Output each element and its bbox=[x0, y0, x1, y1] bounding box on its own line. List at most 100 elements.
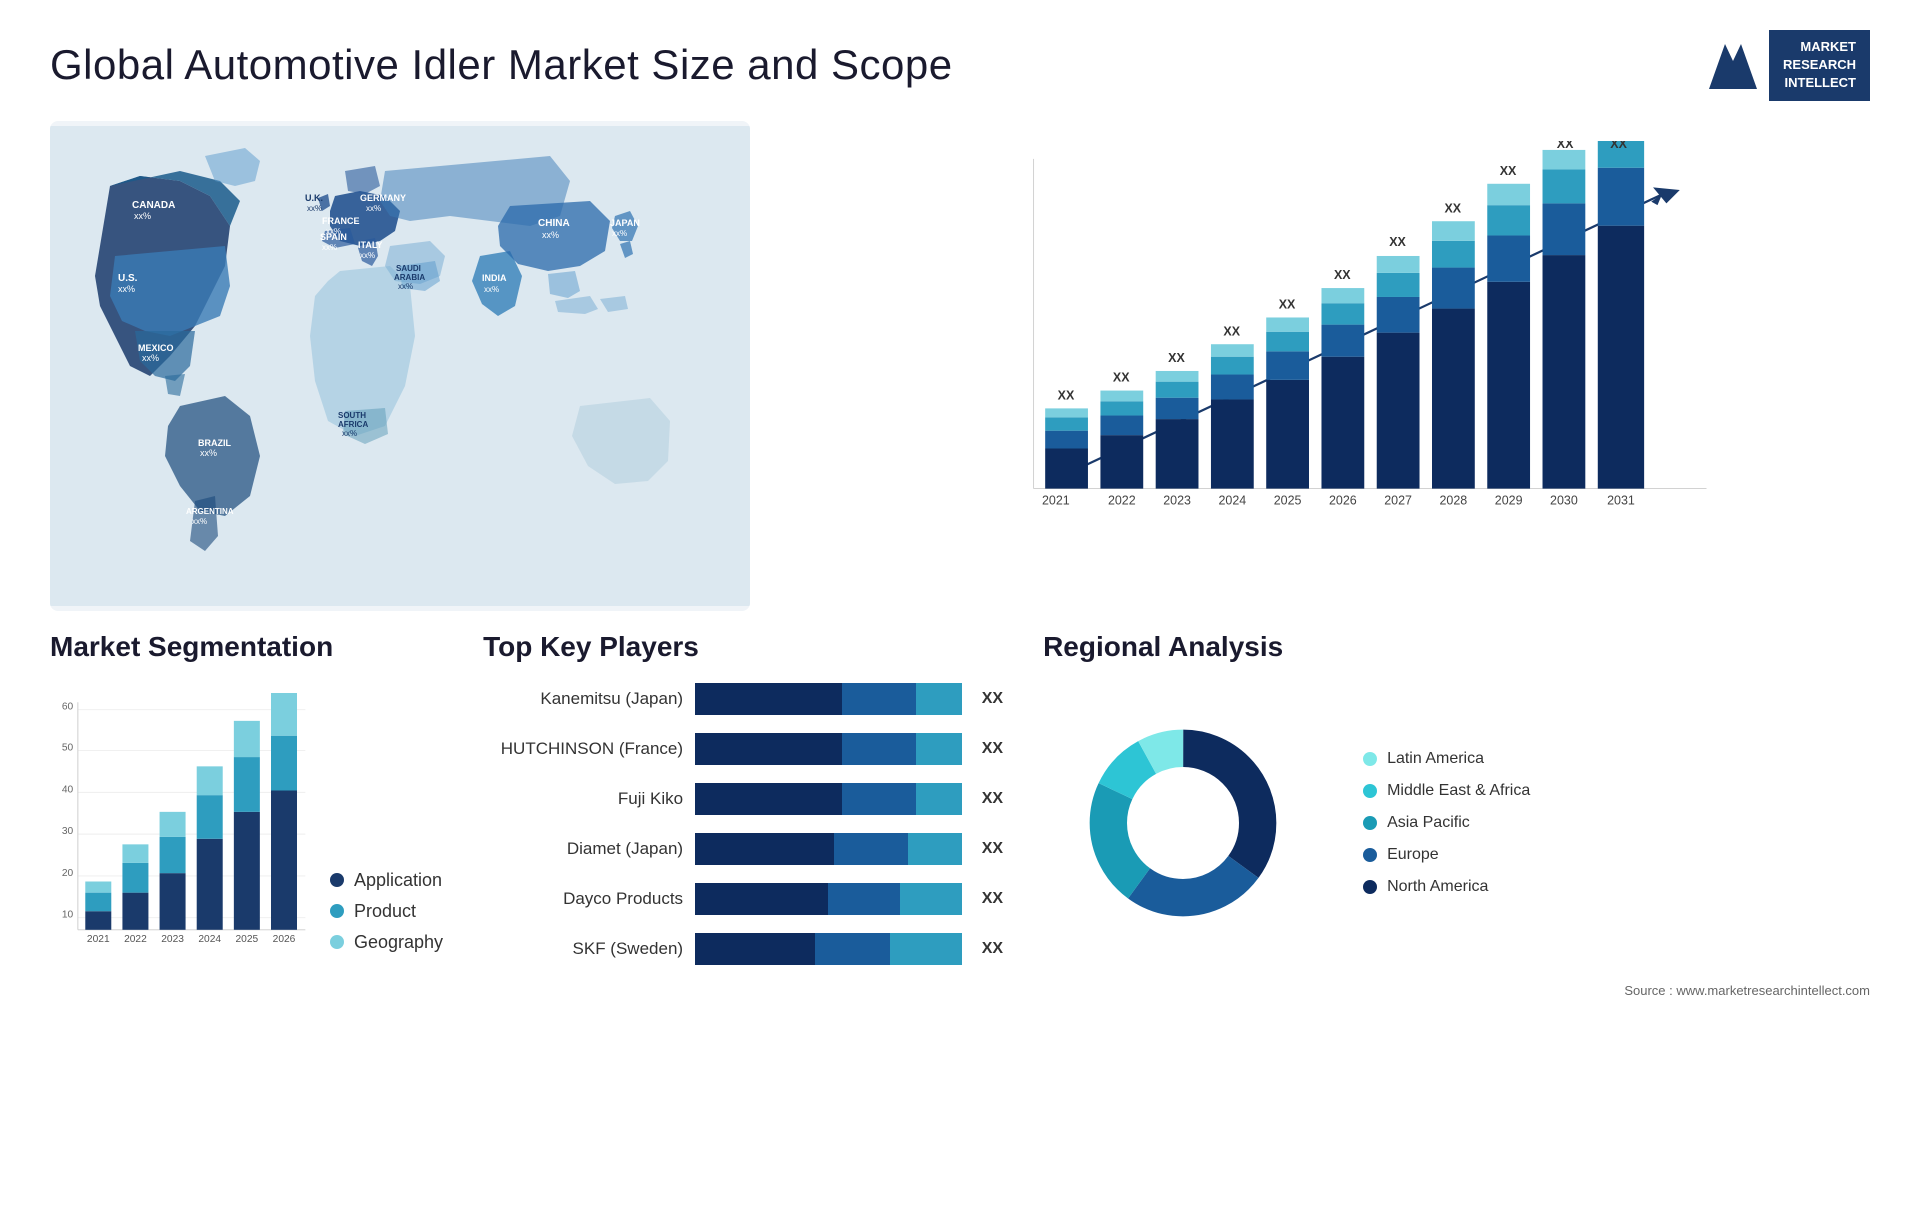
svg-text:XX: XX bbox=[1444, 201, 1461, 215]
bar-seg2 bbox=[842, 733, 917, 765]
bar-value: XX bbox=[982, 790, 1003, 808]
donut-chart bbox=[1043, 683, 1323, 963]
svg-text:SAUDI: SAUDI bbox=[396, 264, 421, 273]
svg-text:XX: XX bbox=[1058, 388, 1075, 402]
player-name: Diamet (Japan) bbox=[483, 839, 683, 859]
regional-title: Regional Analysis bbox=[1043, 631, 1870, 663]
main-bar-chart: XX XX XX XX XX bbox=[850, 141, 1850, 551]
svg-text:BRAZIL: BRAZIL bbox=[198, 438, 231, 448]
bottom-section: Market Segmentation 60 50 40 30 20 10 bbox=[0, 631, 1920, 1211]
player-bar bbox=[695, 683, 962, 715]
logo-area: MARKET RESEARCH INTELLECT bbox=[1707, 30, 1870, 101]
svg-text:MEXICO: MEXICO bbox=[138, 343, 174, 353]
north-america-label: North America bbox=[1387, 878, 1488, 896]
legend-north-america: North America bbox=[1363, 878, 1530, 896]
svg-text:XX: XX bbox=[1334, 268, 1351, 282]
regional-legend: Latin America Middle East & Africa Asia … bbox=[1363, 750, 1530, 896]
player-row-diamet: Diamet (Japan) XX bbox=[483, 833, 1003, 865]
svg-text:SOUTH: SOUTH bbox=[338, 411, 366, 420]
svg-text:2022: 2022 bbox=[124, 933, 147, 944]
svg-text:JAPAN: JAPAN bbox=[610, 218, 640, 228]
geography-dot bbox=[330, 935, 344, 949]
player-name: Dayco Products bbox=[483, 889, 683, 909]
svg-text:10: 10 bbox=[62, 909, 74, 920]
svg-text:xx%: xx% bbox=[134, 211, 151, 221]
bar-seg1 bbox=[695, 933, 815, 965]
bar-seg3 bbox=[916, 733, 961, 765]
bar-seg2 bbox=[828, 883, 900, 915]
key-players-panel: Top Key Players Kanemitsu (Japan) XX HUT… bbox=[483, 631, 1003, 1191]
page-title: Global Automotive Idler Market Size and … bbox=[50, 41, 953, 89]
player-name: Kanemitsu (Japan) bbox=[483, 689, 683, 709]
svg-text:2028: 2028 bbox=[1440, 493, 1468, 507]
logo-m-icon bbox=[1707, 39, 1759, 91]
market-segmentation-panel: Market Segmentation 60 50 40 30 20 10 bbox=[50, 631, 443, 1191]
svg-text:xx%: xx% bbox=[342, 429, 357, 438]
player-row-hutchinson: HUTCHINSON (France) XX bbox=[483, 733, 1003, 765]
bar-seg2 bbox=[842, 683, 917, 715]
player-name: Fuji Kiko bbox=[483, 789, 683, 809]
bar-seg1 bbox=[695, 833, 834, 865]
svg-text:2024: 2024 bbox=[198, 933, 221, 944]
svg-text:XX: XX bbox=[1389, 235, 1406, 249]
bar-seg2 bbox=[834, 833, 909, 865]
asia-pacific-dot bbox=[1363, 816, 1377, 830]
top-section: CANADA xx% U.S. xx% MEXICO xx% BRAZIL xx… bbox=[0, 111, 1920, 631]
svg-text:50: 50 bbox=[62, 742, 74, 753]
bar-seg1 bbox=[695, 883, 828, 915]
player-row-kanemitsu: Kanemitsu (Japan) XX bbox=[483, 683, 1003, 715]
bar-value: XX bbox=[982, 890, 1003, 908]
legend-asia-pacific: Asia Pacific bbox=[1363, 814, 1530, 832]
svg-text:xx%: xx% bbox=[542, 230, 559, 240]
legend-application: Application bbox=[330, 870, 443, 891]
svg-text:XX: XX bbox=[1168, 351, 1185, 365]
svg-text:2031: 2031 bbox=[1607, 493, 1635, 507]
svg-text:xx%: xx% bbox=[360, 251, 375, 260]
svg-text:2025: 2025 bbox=[1274, 493, 1302, 507]
bar-seg3 bbox=[890, 933, 962, 965]
product-dot bbox=[330, 904, 344, 918]
bar-seg1 bbox=[695, 683, 842, 715]
svg-text:2021: 2021 bbox=[87, 933, 110, 944]
svg-text:XX: XX bbox=[1610, 141, 1627, 151]
north-america-dot bbox=[1363, 880, 1377, 894]
europe-dot bbox=[1363, 848, 1377, 862]
svg-text:30: 30 bbox=[62, 826, 74, 837]
svg-text:2023: 2023 bbox=[1163, 493, 1191, 507]
svg-text:SPAIN: SPAIN bbox=[320, 232, 347, 242]
svg-text:2022: 2022 bbox=[1108, 493, 1136, 507]
map-svg: CANADA xx% U.S. xx% MEXICO xx% BRAZIL xx… bbox=[50, 121, 750, 611]
svg-text:2026: 2026 bbox=[273, 933, 296, 944]
segmentation-legend: Application Product Geography bbox=[330, 870, 443, 963]
svg-text:xx%: xx% bbox=[118, 284, 135, 294]
svg-text:U.S.: U.S. bbox=[118, 273, 138, 284]
svg-text:CHINA: CHINA bbox=[538, 218, 570, 229]
player-row-dayco: Dayco Products XX bbox=[483, 883, 1003, 915]
donut-chart-area: Latin America Middle East & Africa Asia … bbox=[1043, 683, 1870, 963]
svg-text:XX: XX bbox=[1557, 141, 1574, 151]
bar-seg3 bbox=[916, 783, 961, 815]
svg-text:2029: 2029 bbox=[1495, 493, 1523, 507]
svg-text:ARGENTINA: ARGENTINA bbox=[186, 507, 234, 516]
latin-america-label: Latin America bbox=[1387, 750, 1484, 768]
player-bar bbox=[695, 783, 962, 815]
svg-text:xx%: xx% bbox=[612, 229, 627, 238]
svg-text:2024: 2024 bbox=[1218, 493, 1246, 507]
bar-seg2 bbox=[815, 933, 890, 965]
middle-east-dot bbox=[1363, 784, 1377, 798]
bar-value: XX bbox=[982, 690, 1003, 708]
svg-text:GERMANY: GERMANY bbox=[360, 193, 406, 203]
svg-text:XX: XX bbox=[1500, 163, 1517, 177]
svg-text:2025: 2025 bbox=[236, 933, 259, 944]
svg-text:AFRICA: AFRICA bbox=[338, 420, 368, 429]
svg-text:2021: 2021 bbox=[1042, 493, 1070, 507]
europe-label: Europe bbox=[1387, 846, 1439, 864]
application-label: Application bbox=[354, 870, 442, 891]
bar-seg1 bbox=[695, 783, 842, 815]
svg-text:60: 60 bbox=[62, 701, 74, 712]
player-name: HUTCHINSON (France) bbox=[483, 739, 683, 759]
svg-text:XX: XX bbox=[1223, 324, 1240, 338]
world-map: CANADA xx% U.S. xx% MEXICO xx% BRAZIL xx… bbox=[50, 121, 750, 611]
application-dot bbox=[330, 873, 344, 887]
bar-seg2 bbox=[842, 783, 917, 815]
